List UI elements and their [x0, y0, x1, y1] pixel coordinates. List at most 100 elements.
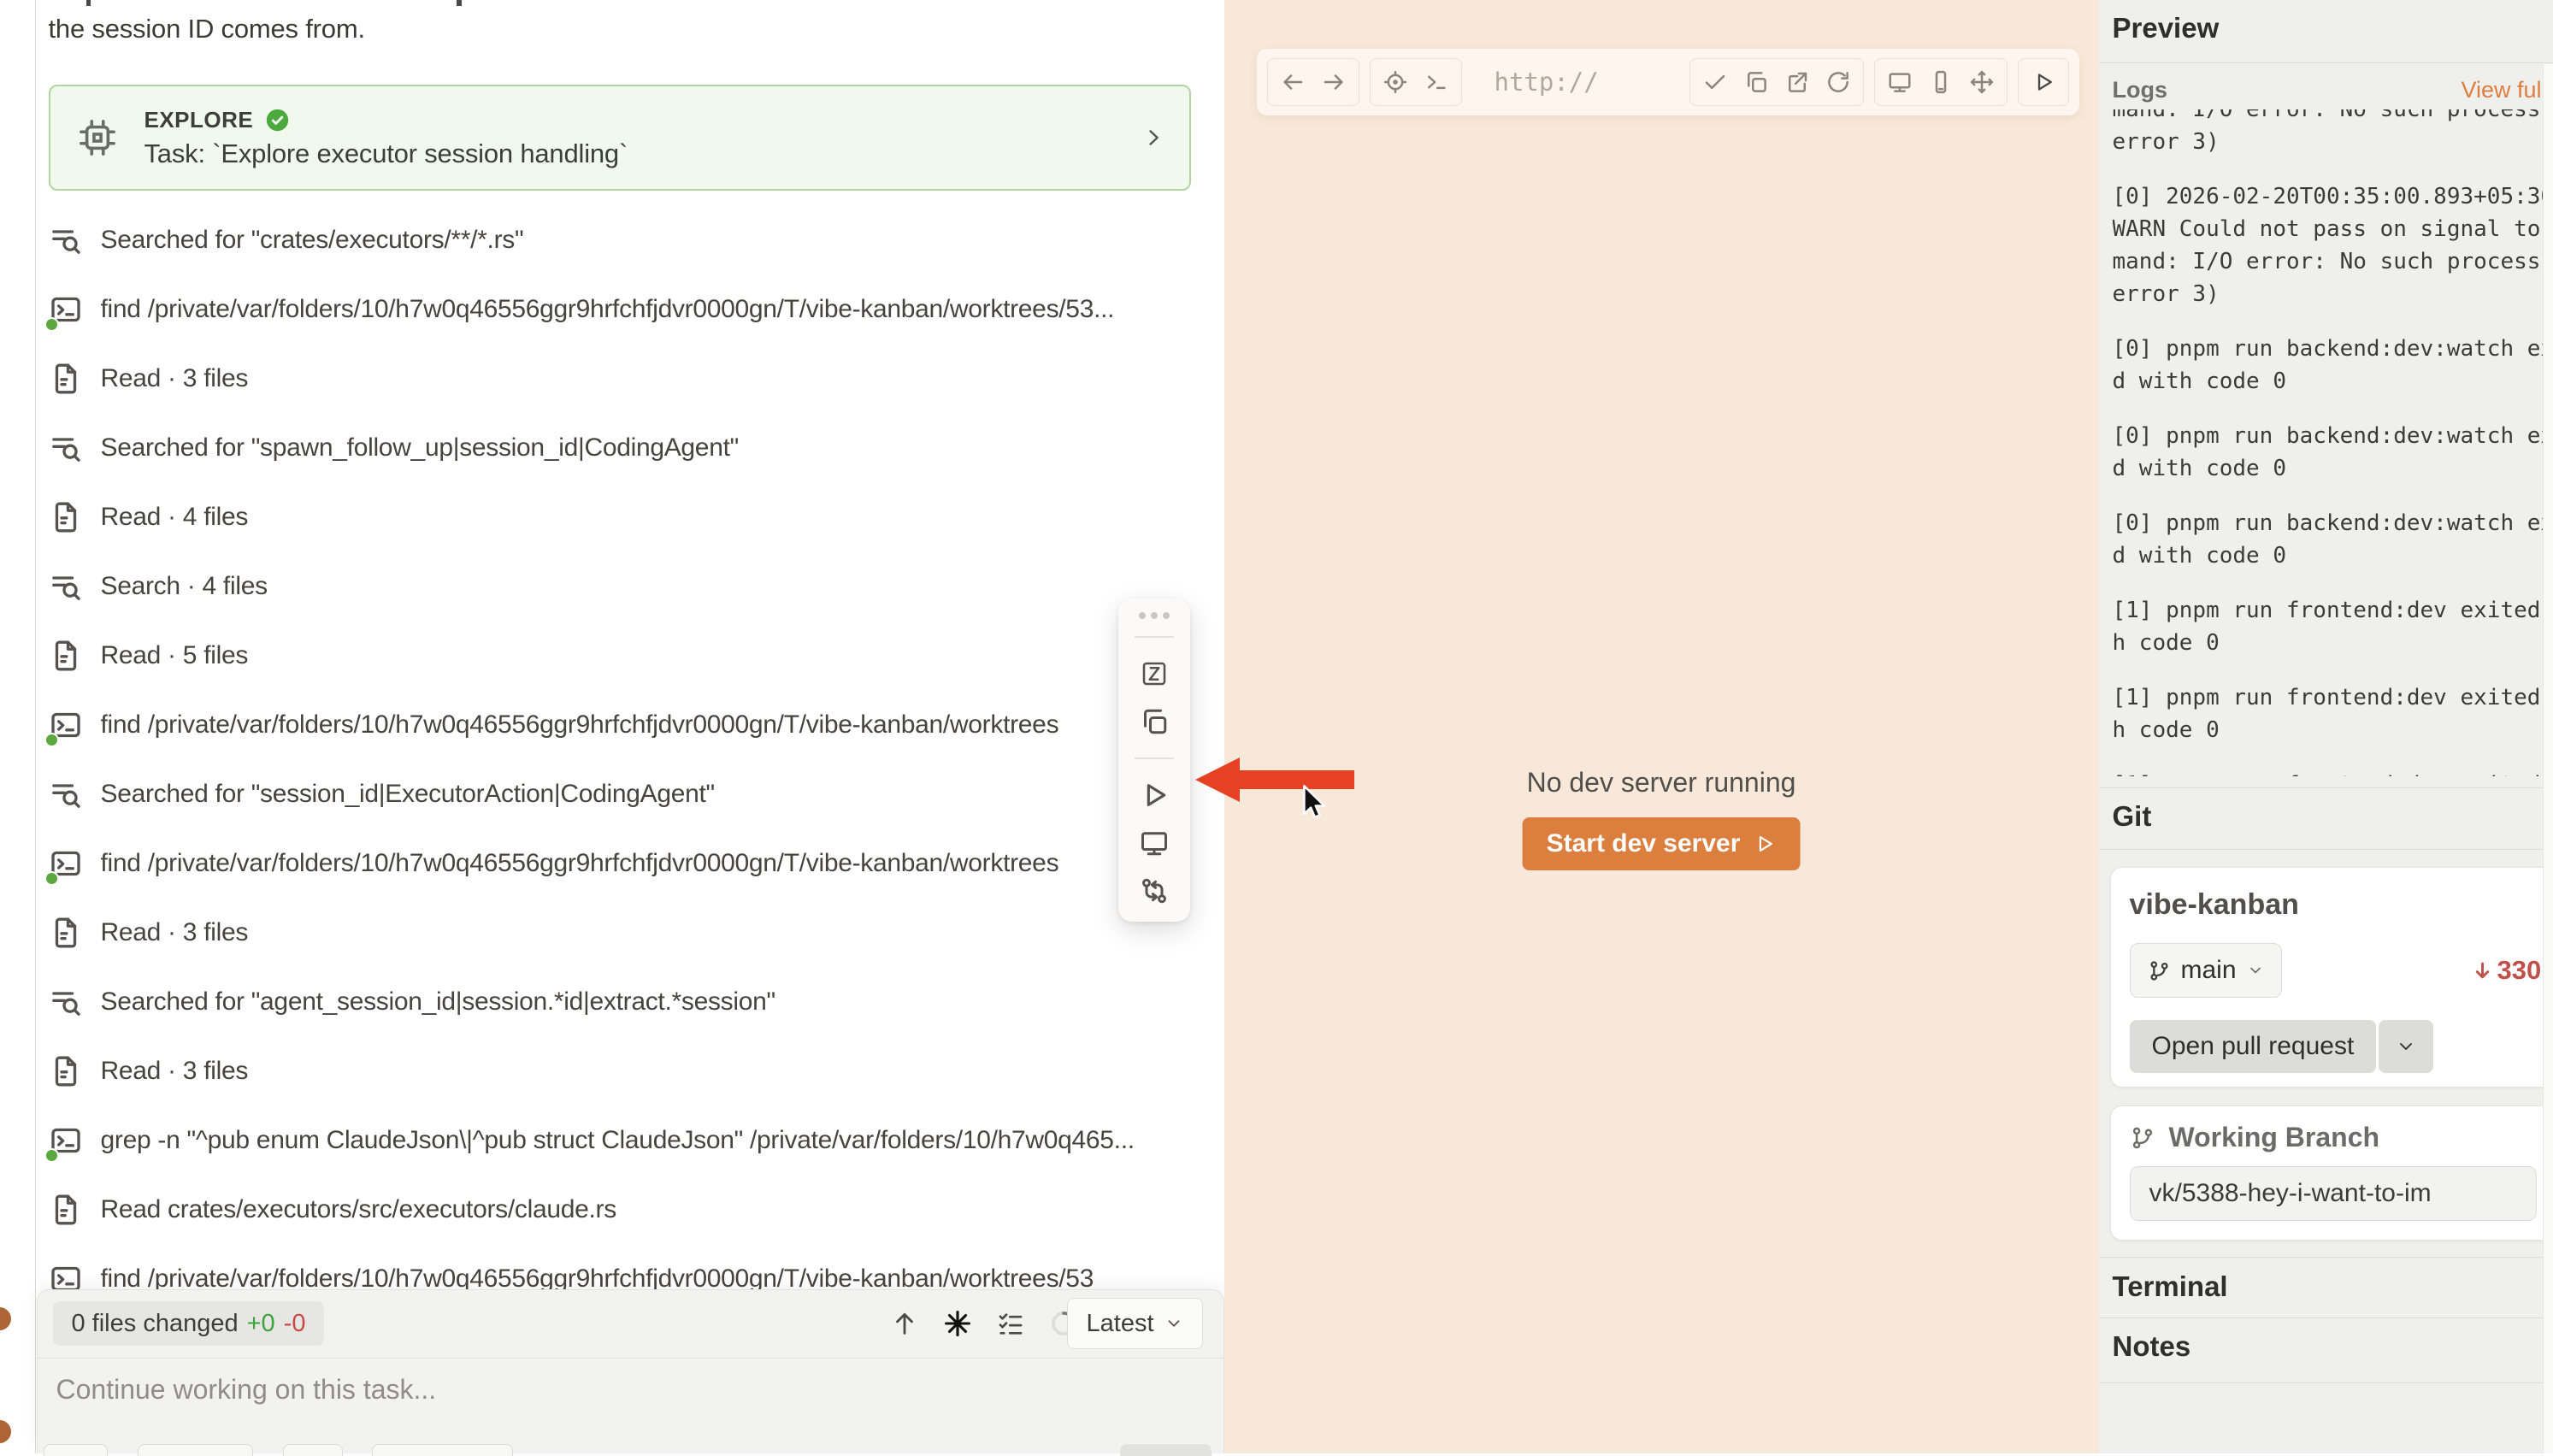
logs-label: Logs — [2113, 77, 2168, 103]
desktop-preview-button[interactable] — [1139, 828, 1170, 858]
working-branch-value[interactable]: vk/5388-hey-i-want-to-im — [2130, 1166, 2537, 1221]
divider — [2099, 62, 2553, 63]
pr-button-row: Open pull request — [2130, 1020, 2434, 1073]
desktop-viewport-button[interactable] — [1887, 69, 1913, 95]
drag-handle[interactable] — [1139, 612, 1170, 619]
activity-label: Read · 4 files — [101, 503, 249, 532]
view-full-logs-link[interactable]: View full l — [2462, 77, 2553, 103]
working-branch-title: Working Branch — [2169, 1122, 2380, 1153]
clipped-avatar — [0, 1307, 11, 1330]
toolbar-button-stub[interactable] — [44, 1444, 108, 1456]
base-branch-dropdown[interactable]: main — [2130, 943, 2282, 998]
activity-item[interactable]: Searched for "agent_session_id|session.*… — [49, 967, 1194, 1036]
scroll-to-top-button[interactable] — [890, 1309, 919, 1338]
tools-button-group — [1370, 58, 1462, 106]
confirm-url-button[interactable] — [1702, 69, 1728, 95]
activity-label: find /private/var/folders/10/h7w0q46556g… — [101, 710, 1059, 740]
activity-item[interactable]: Read · 3 files — [49, 1036, 1194, 1105]
notes-section-header[interactable]: Notes — [2113, 1330, 2191, 1363]
activity-label: find /private/var/folders/10/h7w0q46556g… — [101, 295, 1115, 324]
pr-options-dropdown[interactable] — [2379, 1020, 2433, 1073]
git-section-title: Git — [2113, 800, 2152, 833]
app-root: { "colors": { "accent_orange": "#db7e3e"… — [0, 0, 2553, 1453]
terminal-prompt-icon[interactable] — [1424, 69, 1449, 95]
search-icon — [49, 431, 83, 465]
activity-item[interactable]: Read · 4 files — [49, 482, 1194, 551]
start-dev-server-button[interactable]: Start dev server — [1523, 817, 1801, 870]
commits-behind-badge: 330 — [2471, 955, 2542, 986]
file-icon — [49, 916, 83, 950]
checklist-icon[interactable] — [996, 1309, 1025, 1338]
divider — [2099, 1317, 2553, 1318]
latest-label: Latest — [1087, 1310, 1154, 1338]
activity-label: Read · 3 files — [101, 1057, 249, 1086]
locate-icon[interactable] — [1383, 69, 1408, 95]
footer-actions — [890, 1309, 1078, 1338]
forward-button[interactable] — [1321, 69, 1347, 95]
log-entry: [0] pnpm run backend:dev:watch exd with … — [2113, 420, 2544, 485]
activity-item[interactable]: Searched for "spawn_follow_up|session_id… — [49, 413, 1194, 482]
divider — [1135, 636, 1174, 638]
base-branch-label: main — [2181, 956, 2237, 985]
open-external-button[interactable] — [1784, 69, 1810, 95]
dev-preview-pane: http:// No dev server running Start dev … — [1224, 0, 2099, 1453]
git-branch-icon — [2130, 1125, 2155, 1151]
toolbar-button-stub[interactable] — [283, 1444, 343, 1456]
git-compare-button[interactable] — [1139, 875, 1170, 906]
activity-item[interactable]: grep -n "^pub enum ClaudeJson\|^pub stru… — [49, 1105, 1194, 1175]
activity-label: grep -n "^pub enum ClaudeJson\|^pub stru… — [101, 1126, 1135, 1155]
activity-item[interactable]: find /private/var/folders/10/h7w0q46556g… — [49, 274, 1194, 344]
open-pull-request-button[interactable]: Open pull request — [2130, 1020, 2377, 1073]
activity-label: Read · 3 files — [101, 364, 249, 393]
scrollbar[interactable] — [2543, 64, 2553, 1453]
down-arrow-icon — [2471, 959, 2494, 982]
details-sidebar: Preview Logs View full l mand: I/O error… — [2099, 0, 2553, 1453]
send-button-stub[interactable] — [1120, 1444, 1212, 1456]
snapshot-icon[interactable] — [1139, 658, 1170, 689]
move-tool-button[interactable] — [1969, 69, 1995, 95]
activity-label: find /private/var/folders/10/h7w0q46556g… — [101, 849, 1059, 878]
agent-chip-icon — [74, 115, 121, 161]
activity-item[interactable]: Searched for "session_id|ExecutorAction|… — [49, 759, 1194, 828]
activity-item[interactable]: find /private/var/folders/10/h7w0q46556g… — [49, 828, 1194, 898]
dev-server-logs[interactable]: mand: I/O error: No such processerror 3)… — [2113, 109, 2544, 776]
activity-item[interactable]: Read · 3 files — [49, 344, 1194, 413]
activity-item[interactable]: Search · 4 files — [49, 551, 1194, 621]
toolbar-button-stub[interactable] — [138, 1444, 253, 1456]
working-branch-card: Working Branch vk/5388-hey-i-want-to-im — [2110, 1105, 2553, 1241]
chevron-right-icon — [1141, 126, 1165, 150]
play-button[interactable] — [2031, 69, 2056, 95]
play-icon — [1752, 832, 1776, 856]
terminal-section-header[interactable]: Terminal — [2113, 1270, 2228, 1303]
activity-label: Searched for "session_id|ExecutorAction|… — [101, 780, 715, 809]
activity-item[interactable]: Read · 3 files — [49, 898, 1194, 967]
explore-task-card[interactable]: EXPLORE Task: `Explore executor session … — [49, 85, 1191, 191]
chevron-down-icon — [2396, 1036, 2416, 1057]
divider — [2099, 849, 2553, 850]
toolbar-button-stub[interactable] — [372, 1444, 513, 1456]
chevron-down-icon — [2247, 962, 2264, 979]
latest-dropdown[interactable]: Latest — [1067, 1298, 1203, 1349]
lines-added: +0 — [247, 1310, 275, 1338]
activity-label: Searched for "crates/executors/**/*.rs" — [101, 226, 524, 255]
back-button[interactable] — [1280, 69, 1306, 95]
search-icon — [49, 777, 83, 811]
activity-item[interactable]: Searched for "crates/executors/**/*.rs" — [49, 205, 1194, 274]
url-input[interactable]: http:// — [1495, 68, 1599, 97]
page-action-group — [1689, 58, 1864, 106]
activity-item[interactable]: Read crates/executors/src/executors/clau… — [49, 1175, 1194, 1244]
followup-input[interactable]: Continue working on this task... — [56, 1374, 437, 1406]
play-dev-server-button[interactable] — [1137, 778, 1171, 812]
activity-item[interactable]: Read · 5 files — [49, 621, 1194, 690]
activity-label: Searched for "spawn_follow_up|session_id… — [101, 433, 739, 463]
copy-url-button[interactable] — [1743, 69, 1769, 95]
file-icon — [49, 1054, 83, 1088]
activity-item[interactable]: find /private/var/folders/10/h7w0q46556g… — [49, 690, 1194, 759]
refresh-button[interactable] — [1825, 69, 1851, 95]
spark-icon[interactable] — [943, 1309, 972, 1338]
terminal-icon — [49, 846, 83, 881]
divider — [2099, 1382, 2553, 1383]
copy-icon[interactable] — [1139, 706, 1170, 737]
mobile-viewport-button[interactable] — [1928, 69, 1954, 95]
git-branch-icon — [2148, 959, 2171, 982]
